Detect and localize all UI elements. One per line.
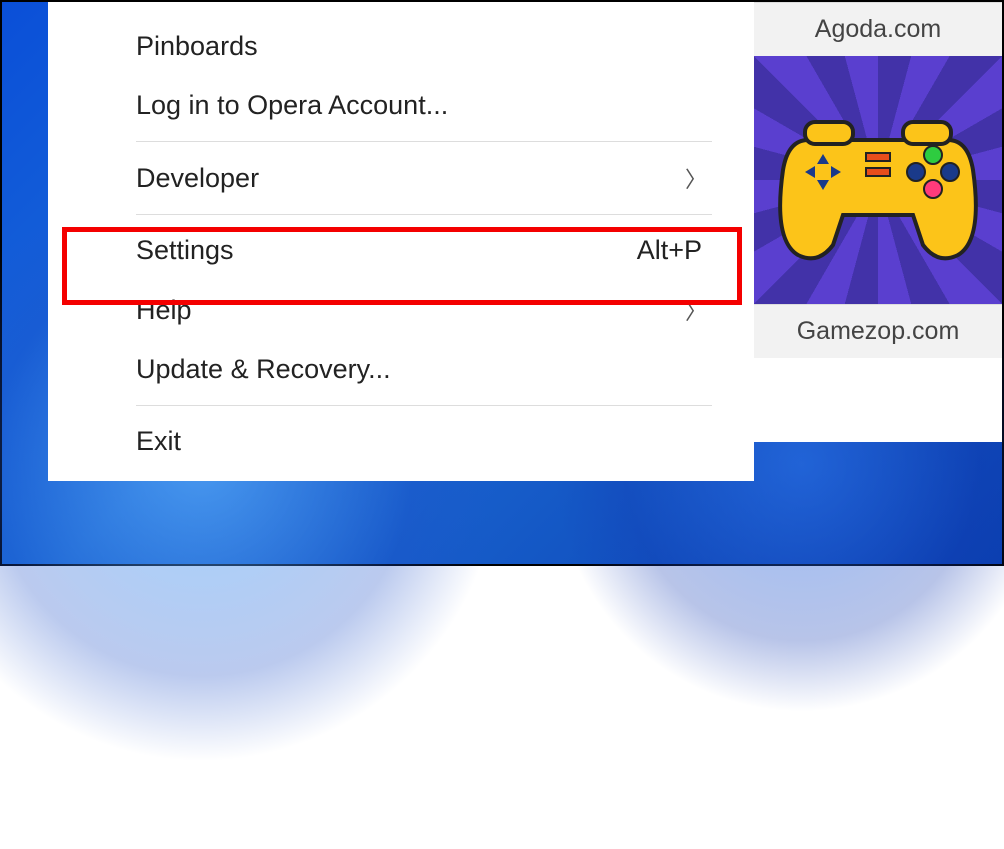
menu-help-label: Help (136, 295, 685, 326)
menu-exit[interactable]: Exit (48, 412, 754, 471)
tile-gamezop[interactable]: Gamezop.com (754, 56, 1002, 358)
menu-help[interactable]: Help 〉 (48, 280, 754, 340)
chevron-right-icon: 〉 (685, 162, 707, 194)
menu-update[interactable]: Update & Recovery... (48, 340, 754, 399)
menu-pinboards[interactable]: Pinboards (48, 17, 754, 76)
tile-gamezop-image (754, 56, 1002, 304)
menu-pinboards-label: Pinboards (136, 31, 712, 62)
menu-login[interactable]: Log in to Opera Account... (48, 76, 754, 135)
speed-dial-tiles: Agoda.com (754, 2, 1002, 442)
menu-developer[interactable]: Developer 〉 (48, 148, 754, 208)
menu-exit-label: Exit (136, 426, 712, 457)
menu-developer-label: Developer (136, 163, 685, 194)
menu-settings-label: Settings (136, 235, 637, 266)
menu-settings[interactable]: Settings Alt+P (48, 221, 754, 280)
menu-update-label: Update & Recovery... (136, 354, 712, 385)
game-controller-icon (768, 90, 988, 270)
tile-agoda[interactable]: Agoda.com (754, 2, 1002, 56)
menu-login-label: Log in to Opera Account... (136, 90, 712, 121)
menu-separator (136, 141, 712, 142)
menu-settings-shortcut: Alt+P (637, 235, 702, 266)
menu-separator (136, 214, 712, 215)
tile-gamezop-label: Gamezop.com (754, 304, 1002, 358)
menu-separator (136, 405, 712, 406)
chevron-right-icon: 〉 (685, 294, 707, 326)
tile-agoda-label: Agoda.com (754, 2, 1002, 56)
opera-main-menu: Pinboards Log in to Opera Account... Dev… (48, 2, 754, 481)
